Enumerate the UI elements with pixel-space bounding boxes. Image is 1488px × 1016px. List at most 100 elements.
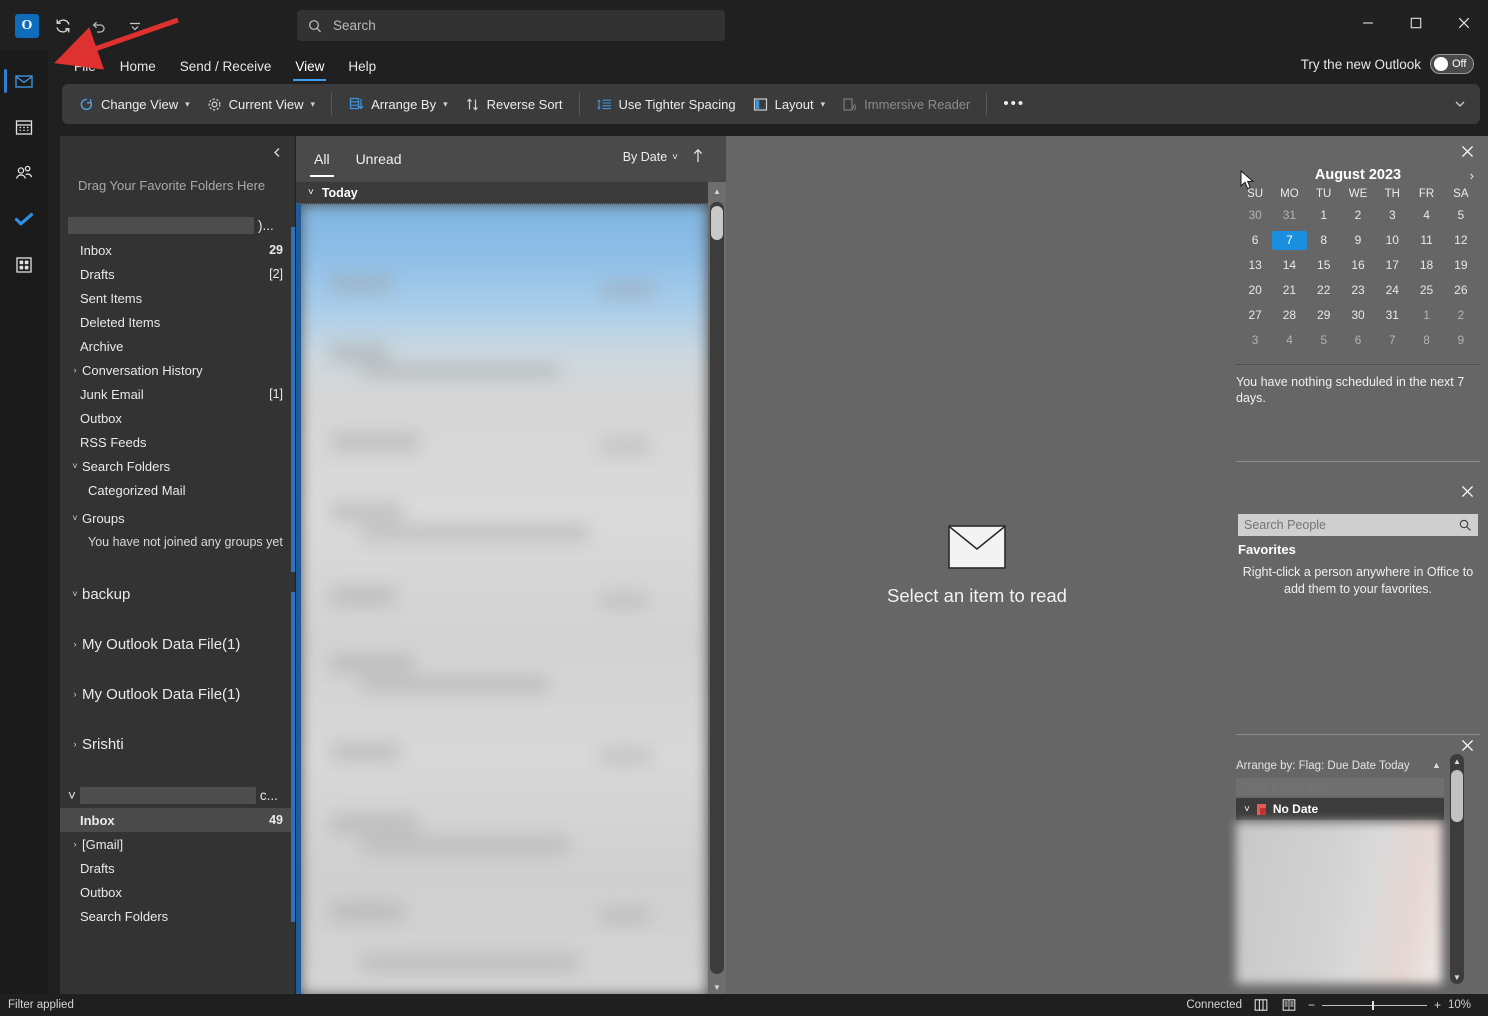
calendar-day[interactable]: 2	[1341, 206, 1375, 225]
folder-inbox-selected[interactable]: Inbox 49	[60, 808, 295, 832]
chevron-down-icon[interactable]: ˅	[68, 589, 82, 599]
store-srishti[interactable]: › Srishti	[60, 730, 295, 758]
new-task-input[interactable]	[1242, 780, 1438, 794]
send-receive-sync-button[interactable]	[46, 10, 80, 42]
search-people-field[interactable]	[1238, 514, 1478, 536]
new-task-field[interactable]	[1236, 778, 1444, 796]
maximize-button[interactable]	[1392, 0, 1440, 46]
zoom-out-button[interactable]: −	[1308, 998, 1315, 1012]
collapse-folder-pane-button[interactable]	[267, 142, 287, 162]
undo-button[interactable]	[82, 10, 116, 42]
folder-inbox[interactable]: Inbox 29	[60, 238, 295, 262]
rail-item-calendar[interactable]	[0, 104, 48, 150]
calendar-day[interactable]: 27	[1238, 306, 1272, 325]
folder-outbox[interactable]: Outbox	[60, 406, 295, 430]
search-icon[interactable]	[1458, 518, 1472, 532]
collapse-ribbon-button[interactable]	[1448, 92, 1472, 116]
calendar-day[interactable]: 24	[1375, 281, 1409, 300]
tasks-scrollbar[interactable]: ▲ ▼	[1450, 754, 1464, 984]
scrollbar-thumb[interactable]	[711, 206, 723, 240]
todo-pane-divider-2[interactable]	[1236, 734, 1480, 735]
change-view-button[interactable]: Change View ▾	[70, 89, 198, 119]
search-box[interactable]: Search	[297, 10, 725, 41]
folder-deleted-items[interactable]: Deleted Items	[60, 310, 295, 334]
layout-button[interactable]: Layout ▾	[744, 89, 834, 119]
calendar-day[interactable]: 3	[1375, 206, 1409, 225]
calendar-day[interactable]: 25	[1409, 281, 1443, 300]
folder-search-folders[interactable]: ˅ Search Folders	[60, 454, 295, 478]
calendar-day[interactable]: 26	[1444, 281, 1478, 300]
calendar-day[interactable]: 11	[1409, 231, 1443, 250]
chevron-right-icon[interactable]: ›	[68, 365, 82, 375]
filter-tab-unread[interactable]: Unread	[350, 147, 408, 171]
try-new-outlook-toggle[interactable]: Off	[1430, 54, 1474, 74]
calendar-day[interactable]: 6	[1238, 231, 1272, 250]
store-my-outlook-data-file-1[interactable]: › My Outlook Data File(1)	[60, 630, 295, 658]
calendar-day[interactable]: 15	[1307, 256, 1341, 275]
tasks-arrange-by-label[interactable]: Arrange by: Flag: Due Date Today	[1236, 760, 1452, 772]
chevron-down-icon[interactable]: ˅	[68, 513, 82, 523]
current-view-button[interactable]: Current View ▾	[198, 89, 323, 119]
calendar-day[interactable]: 12	[1444, 231, 1478, 250]
calendar-day[interactable]: 2	[1444, 306, 1478, 325]
collapse-tasks-button[interactable]: ▲	[1432, 760, 1441, 770]
calendar-day[interactable]: 18	[1409, 256, 1443, 275]
filter-tab-all[interactable]: All	[308, 147, 336, 171]
tab-file[interactable]: File	[62, 51, 108, 81]
use-tighter-spacing-button[interactable]: Use Tighter Spacing	[588, 89, 744, 119]
todo-pane-divider-1[interactable]	[1236, 461, 1480, 462]
calendar-day[interactable]: 19	[1444, 256, 1478, 275]
calendar-day[interactable]: 6	[1341, 331, 1375, 350]
zoom-in-button[interactable]: +	[1434, 998, 1441, 1012]
rail-item-mail[interactable]	[0, 58, 48, 104]
calendar-day[interactable]: 5	[1444, 206, 1478, 225]
search-people-input[interactable]	[1244, 518, 1458, 532]
folder-search-folders-2[interactable]: Search Folders	[60, 904, 295, 928]
calendar-day[interactable]: 4	[1272, 331, 1306, 350]
calendar-day[interactable]: 28	[1272, 306, 1306, 325]
calendar-day[interactable]: 14	[1272, 256, 1306, 275]
calendar-day[interactable]: 8	[1307, 231, 1341, 250]
calendar-day[interactable]: 9	[1341, 231, 1375, 250]
chevron-right-icon[interactable]: ›	[68, 739, 82, 749]
calendar-day[interactable]: 23	[1341, 281, 1375, 300]
ribbon-overflow-button[interactable]: •••	[995, 89, 1033, 119]
message-list-items[interactable]	[296, 204, 708, 996]
tasks-scroll-down-button[interactable]: ▼	[1450, 970, 1464, 984]
calendar-day[interactable]: 20	[1238, 281, 1272, 300]
calendar-day-today[interactable]: 7	[1272, 231, 1306, 250]
account-header-1[interactable]: )...	[60, 212, 295, 238]
calendar-day[interactable]: 17	[1375, 256, 1409, 275]
close-button[interactable]	[1440, 0, 1488, 46]
store-my-outlook-data-file-2[interactable]: › My Outlook Data File(1)	[60, 680, 295, 708]
minimize-button[interactable]	[1344, 0, 1392, 46]
calendar-day[interactable]: 22	[1307, 281, 1341, 300]
sort-direction-button[interactable]	[692, 148, 704, 166]
chevron-down-icon[interactable]: ˅	[308, 187, 314, 198]
calendar-day[interactable]: 31	[1272, 206, 1306, 225]
folder-rss-feeds[interactable]: RSS Feeds	[60, 430, 295, 454]
folder-gmail[interactable]: › [Gmail]	[60, 832, 295, 856]
calendar-day[interactable]: 30	[1238, 206, 1272, 225]
calendar-day[interactable]: 3	[1238, 331, 1272, 350]
calendar-day[interactable]: 4	[1409, 206, 1443, 225]
close-calendar-peek-button[interactable]	[1458, 142, 1476, 160]
tasks-scrollbar-thumb[interactable]	[1451, 770, 1463, 822]
chevron-right-icon[interactable]: ›	[68, 689, 82, 699]
calendar-day[interactable]: 13	[1238, 256, 1272, 275]
calendar-day[interactable]: 1	[1307, 206, 1341, 225]
groups-header[interactable]: ˅ Groups	[60, 506, 295, 530]
close-tasks-pane-button[interactable]	[1458, 736, 1476, 754]
sort-by-dropdown[interactable]: By Date ˅	[623, 150, 678, 164]
folder-categorized-mail[interactable]: Categorized Mail	[60, 478, 295, 502]
favorites-drop-target[interactable]: Drag Your Favorite Folders Here	[68, 172, 287, 198]
chevron-down-icon[interactable]: ˅	[68, 461, 82, 471]
customize-qat-button[interactable]	[118, 10, 152, 42]
scrollbar-track[interactable]	[710, 202, 724, 974]
folder-drafts[interactable]: Drafts [2]	[60, 262, 295, 286]
reading-view-button[interactable]	[1280, 996, 1298, 1014]
folder-conversation-history[interactable]: › Conversation History	[60, 358, 295, 382]
calendar-day[interactable]: 5	[1307, 331, 1341, 350]
calendar-next-month-button[interactable]: ›	[1470, 168, 1474, 183]
calendar-day[interactable]: 30	[1341, 306, 1375, 325]
